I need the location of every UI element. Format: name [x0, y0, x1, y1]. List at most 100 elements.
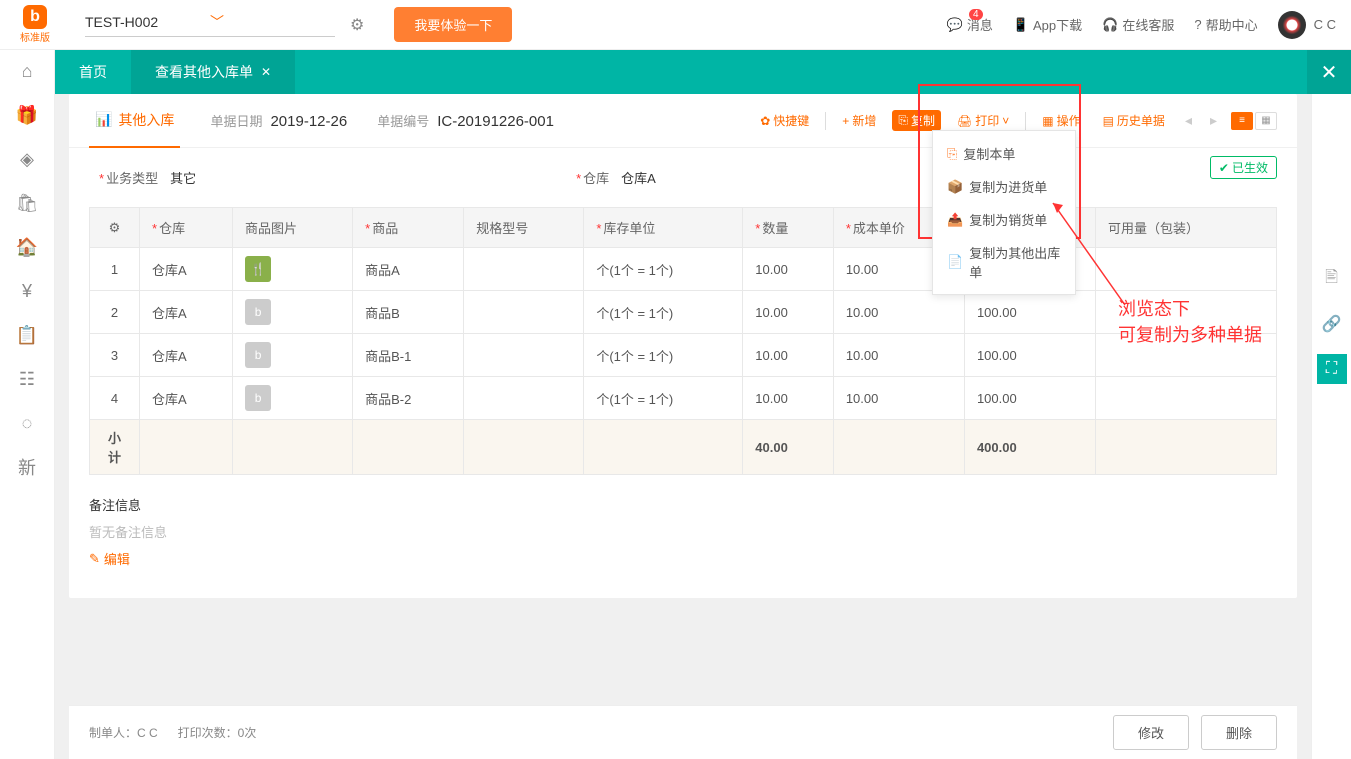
cell-product: 商品B [353, 291, 464, 334]
doc-icon: 📊 [95, 111, 112, 128]
expand-icon[interactable]: ⛶ [1317, 354, 1347, 384]
cell-unit: 个(1个 = 1个) [584, 334, 743, 377]
dropdown-copy-sales[interactable]: 📤复制为销货单 [933, 203, 1075, 236]
outbound-icon: 📄 [947, 254, 963, 270]
col-unit: *库存单位 [584, 208, 743, 248]
row-num: 3 [90, 334, 140, 377]
shortcut-button[interactable]: ✿ 快捷键 [754, 110, 815, 131]
help-icon: ? [1194, 17, 1201, 32]
history-button[interactable]: ▤ 历史单据 [1097, 110, 1171, 131]
warehouse-value: 仓库A [621, 168, 656, 187]
bag-icon[interactable]: 🛍 [16, 192, 38, 214]
messages-link[interactable]: 💬 消息 4 [947, 15, 993, 34]
cell-available [1096, 248, 1277, 291]
gear-icon[interactable]: ⚙ [350, 15, 364, 35]
remarks-section: 备注信息 暂无备注信息 ✎ 编辑 [69, 485, 1297, 588]
org-selector[interactable]: TEST-H002 ﹀ [85, 12, 335, 37]
dropdown-copy-this[interactable]: ⎘复制本单 [933, 137, 1075, 170]
row-num: 1 [90, 248, 140, 291]
modify-button[interactable]: 修改 [1113, 715, 1189, 750]
gift-icon[interactable]: 🎁 [16, 104, 38, 126]
table-row[interactable]: 2仓库Ab商品B个(1个 = 1个)10.0010.00100.00 [90, 291, 1277, 334]
top-header: b 标准版 TEST-H002 ﹀ ⚙ 我要体验一下 💬 消息 4 📱 App下… [0, 0, 1351, 50]
cell-spec [464, 334, 584, 377]
table-row[interactable]: 4仓库Ab商品B-2个(1个 = 1个)10.0010.00100.00 [90, 377, 1277, 420]
view-grid-icon[interactable]: ▦ [1255, 112, 1277, 130]
contact-icon[interactable]: ☷ [16, 368, 38, 390]
cell-amount: 100.00 [964, 334, 1095, 377]
table-row[interactable]: 1仓库A🍴商品A个(1个 = 1个)10.0010.00100.00 [90, 248, 1277, 291]
logo-edition: 标准版 [20, 29, 50, 44]
tab-current[interactable]: 查看其他入库单 ✕ [131, 50, 295, 94]
cell-unit: 个(1个 = 1个) [584, 248, 743, 291]
online-service-label: 在线客服 [1122, 15, 1174, 34]
print-button[interactable]: 🖨 打印 ˅ [951, 110, 1015, 131]
table-row[interactable]: 3仓库Ab商品B-1个(1个 = 1个)10.0010.00100.00 [90, 334, 1277, 377]
clipboard-icon[interactable]: 📋 [16, 324, 38, 346]
card-tab-title: 其他入库 [118, 110, 174, 130]
col-product: *商品 [353, 208, 464, 248]
cell-product: 商品B-2 [353, 377, 464, 420]
warehouse-field: *仓库 仓库A [576, 168, 656, 187]
cell-qty: 10.00 [743, 291, 834, 334]
chat-icon: 💬 [947, 17, 963, 33]
app-download-link[interactable]: 📱 App下载 [1013, 15, 1082, 34]
package-icon: 📦 [947, 179, 963, 195]
note-icon[interactable]: 🖹 [1317, 264, 1347, 294]
sales-icon: 📤 [947, 212, 963, 228]
logo[interactable]: b 标准版 [15, 5, 55, 45]
remarks-edit-button[interactable]: ✎ 编辑 [89, 549, 1277, 568]
copy-button[interactable]: ⎘ 复制 [892, 110, 941, 131]
cta-button[interactable]: 我要体验一下 [394, 7, 512, 42]
cell-image: b [233, 377, 353, 420]
close-icon[interactable]: ✕ [261, 65, 271, 79]
view-list-icon[interactable]: ≡ [1231, 112, 1253, 130]
dropdown-copy-other-out[interactable]: 📄复制为其他出库单 [933, 236, 1075, 288]
circle-icon[interactable]: ◌ [16, 412, 38, 434]
footer-info: 制单人：C C 打印次数：0次 [89, 724, 256, 741]
cell-product: 商品A [353, 248, 464, 291]
copy-dropdown: ⎘复制本单 📦复制为进货单 📤复制为销货单 📄复制为其他出库单 [932, 130, 1076, 295]
phone-icon: 📱 [1013, 17, 1029, 33]
table-wrapper: ⚙ *仓库 商品图片 *商品 规格型号 *库存单位 *数量 *成本单价 *成本金… [69, 197, 1297, 485]
new-button[interactable]: + 新增 [836, 110, 882, 131]
toolbar: ✿ 快捷键 + 新增 ⎘ 复制 🖨 打印 ˅ ▦ 操作 ▤ 历史单据 ◂ ▸ ≡… [754, 110, 1277, 131]
tab-bar-close-icon[interactable]: ✕ [1307, 50, 1351, 94]
row-num: 4 [90, 377, 140, 420]
avatar[interactable] [1278, 11, 1306, 39]
subtotal-amount: 400.00 [964, 420, 1095, 475]
biz-type-value: 其它 [170, 168, 196, 187]
col-gear[interactable]: ⚙ [90, 208, 140, 248]
cell-warehouse: 仓库A [140, 377, 233, 420]
remarks-empty: 暂无备注信息 [89, 522, 1277, 541]
delete-button[interactable]: 删除 [1201, 715, 1277, 750]
org-name: TEST-H002 [85, 14, 210, 30]
operate-button[interactable]: ▦ 操作 [1036, 110, 1086, 131]
new-icon[interactable]: 新 [16, 456, 38, 478]
cell-image: b [233, 291, 353, 334]
col-available: 可用量（包装） [1096, 208, 1277, 248]
annotation-text: 浏览态下 可复制为多种单据 [1118, 295, 1262, 347]
chevron-down-icon: ﹀ [210, 12, 335, 32]
cell-warehouse: 仓库A [140, 248, 233, 291]
home-icon[interactable]: ⌂ [16, 60, 38, 82]
cell-spec [464, 248, 584, 291]
cell-price: 10.00 [833, 334, 964, 377]
link-icon[interactable]: 🔗 [1317, 309, 1347, 339]
card-tab[interactable]: 📊 其他入库 [89, 94, 180, 148]
money-icon[interactable]: ¥ [16, 280, 38, 302]
cell-amount: 100.00 [964, 291, 1095, 334]
dropdown-copy-purchase[interactable]: 📦复制为进货单 [933, 170, 1075, 203]
cell-price: 10.00 [833, 377, 964, 420]
tab-home[interactable]: 首页 [55, 50, 131, 94]
print-count: 打印次数：0次 [178, 724, 257, 741]
help-center-link[interactable]: ? 帮助中心 [1194, 15, 1257, 34]
house-icon[interactable]: 🏠 [16, 236, 38, 258]
right-rail: 🖹 🔗 ⛶ [1311, 94, 1351, 759]
online-service-link[interactable]: 🎧 在线客服 [1102, 15, 1174, 34]
doc-code: 单据编号IC-20191226-001 [377, 111, 554, 130]
next-icon[interactable]: ▸ [1206, 112, 1221, 129]
diamond-icon[interactable]: ◈ [16, 148, 38, 170]
prev-icon[interactable]: ◂ [1181, 112, 1196, 129]
logo-icon: b [23, 5, 47, 29]
